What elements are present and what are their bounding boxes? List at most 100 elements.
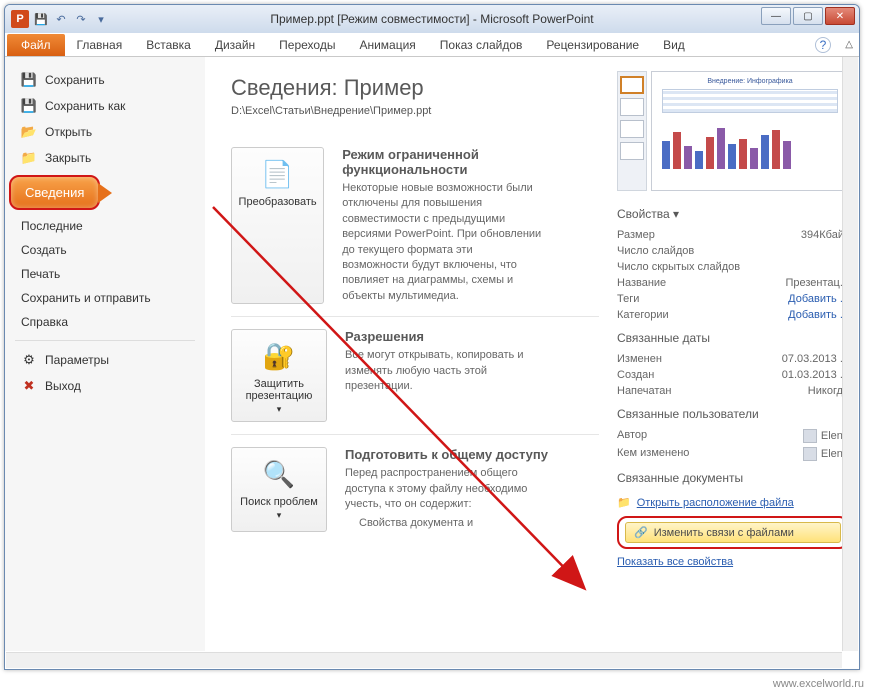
slide-thumb[interactable] xyxy=(620,76,644,94)
sidebar-help[interactable]: Справка xyxy=(5,310,205,334)
slide-thumb[interactable] xyxy=(620,142,644,160)
ribbon-minimize-icon[interactable]: △ xyxy=(845,39,853,50)
button-label: Защитить презентацию xyxy=(236,378,322,402)
properties-heading[interactable]: Свойства ▾ xyxy=(617,207,849,221)
sidebar-close[interactable]: 📁 Закрыть xyxy=(5,145,205,171)
button-label: Преобразовать xyxy=(236,196,319,208)
highlight-box: 🔗Изменить связи с файлами xyxy=(617,516,849,549)
info-path: D:\Excel\Статьи\Внедрение\Пример.ppt xyxy=(231,105,599,117)
prop-categories[interactable]: КатегорииДобавить ... xyxy=(617,307,849,323)
chevron-down-icon: ▾ xyxy=(236,404,322,415)
powerpoint-icon: P xyxy=(11,10,29,28)
related-docs: 📁Открыть расположение файла 🔗Изменить св… xyxy=(617,493,849,571)
save-icon: 💾 xyxy=(21,72,37,88)
sidebar-label: Сохранить и отправить xyxy=(21,291,151,305)
maximize-button[interactable]: ▢ xyxy=(793,7,823,25)
prop-hidden: Число скрытых слайдов0 xyxy=(617,259,849,275)
ribbon-tabs: Файл Главная Вставка Дизайн Переходы Ани… xyxy=(5,33,859,57)
tab-insert[interactable]: Вставка xyxy=(134,34,203,56)
undo-icon[interactable]: ↶ xyxy=(53,11,69,27)
tab-design[interactable]: Дизайн xyxy=(203,34,267,56)
vertical-scrollbar[interactable] xyxy=(842,57,858,651)
sidebar-save[interactable]: 💾Сохранить xyxy=(5,67,205,93)
tab-transitions[interactable]: Переходы xyxy=(267,34,347,56)
dates-heading: Связанные даты xyxy=(617,331,849,345)
info-main: Сведения: Пример D:\Excel\Статьи\Внедрен… xyxy=(205,57,609,651)
folder-icon: 📁 xyxy=(617,496,631,509)
prop-tags[interactable]: ТегиДобавить ... xyxy=(617,291,849,307)
qat-dropdown-icon[interactable]: ▾ xyxy=(93,11,109,27)
close-file-icon: 📁 xyxy=(21,150,37,166)
prop-printed: НапечатанНикогда xyxy=(617,383,849,399)
sidebar-new[interactable]: Создать xyxy=(5,238,205,262)
sidebar-label: Закрыть xyxy=(45,151,91,165)
link-icon: 🔗 xyxy=(634,526,648,539)
tab-view[interactable]: Вид xyxy=(651,34,697,56)
sidebar-label: Последние xyxy=(21,219,83,233)
sidebar-label: Выход xyxy=(45,379,81,393)
sidebar-info[interactable]: Сведения xyxy=(5,171,205,214)
properties-pane: Внедрение: Инфографика Свойства ▾ Размер… xyxy=(609,57,859,651)
prop-title[interactable]: НазваниеПрезентац... xyxy=(617,275,849,291)
sidebar-label: Параметры xyxy=(45,353,109,367)
show-all-properties-link[interactable]: Показать все свойства xyxy=(617,553,849,571)
backstage-sidebar: 💾Сохранить 💾 Сохранить как 📂Открыть 📁 Закр… xyxy=(5,57,205,651)
sidebar-open[interactable]: 📂Открыть xyxy=(5,119,205,145)
file-tab[interactable]: Файл xyxy=(7,34,65,56)
app-window: P 💾 ↶ ↷ ▾ Пример.ppt [Режим совместимост… xyxy=(4,4,860,670)
permissions-section: 🔐 Защитить презентацию ▾ Разрешения Все … xyxy=(231,317,599,435)
tab-slideshow[interactable]: Показ слайдов xyxy=(428,34,535,56)
exit-icon: ✖ xyxy=(21,378,37,394)
separator xyxy=(15,340,195,341)
info-title: Сведения: Пример xyxy=(231,75,599,101)
window-controls: — ▢ ✕ xyxy=(761,7,855,25)
info-content: Сведения: Пример D:\Excel\Статьи\Внедрен… xyxy=(205,57,859,651)
convert-button[interactable]: 📄 Преобразовать xyxy=(231,147,324,304)
sidebar-exit[interactable]: ✖ Выход xyxy=(5,373,205,399)
bullet: Свойства документа и xyxy=(345,516,545,531)
thumbnail-strip xyxy=(617,71,647,191)
table-preview xyxy=(662,89,838,113)
convert-icon: 📄 xyxy=(260,156,296,192)
help-icon[interactable]: ? xyxy=(815,37,831,53)
avatar-icon xyxy=(803,429,817,443)
minimize-button[interactable]: — xyxy=(761,7,791,25)
info-text: Подготовить к общему доступу Перед распр… xyxy=(345,447,548,532)
prop-modified: Изменен07.03.2013 ... xyxy=(617,351,849,367)
slide-thumb[interactable] xyxy=(620,98,644,116)
sidebar-share[interactable]: Сохранить и отправить xyxy=(5,286,205,310)
docs-heading: Связанные документы xyxy=(617,471,849,485)
horizontal-scrollbar[interactable] xyxy=(6,652,842,668)
sidebar-label: Сохранить как xyxy=(45,99,125,113)
tab-animation[interactable]: Анимация xyxy=(347,34,427,56)
sidebar-label: Создать xyxy=(21,243,67,257)
sidebar-print[interactable]: Печать xyxy=(5,262,205,286)
info-text: Разрешения Все могут открывать, копирова… xyxy=(345,329,545,422)
open-file-location-link[interactable]: 📁Открыть расположение файла xyxy=(617,493,849,512)
protect-button[interactable]: 🔐 Защитить презентацию ▾ xyxy=(231,329,327,422)
current-slide-preview[interactable]: Внедрение: Инфографика xyxy=(651,71,849,191)
sidebar-options[interactable]: ⚙Параметры xyxy=(5,347,205,373)
sidebar-label: Сведения xyxy=(25,185,84,200)
titlebar: P 💾 ↶ ↷ ▾ Пример.ppt [Режим совместимост… xyxy=(5,5,859,33)
sidebar-label: Открыть xyxy=(45,125,92,139)
chevron-down-icon: ▾ xyxy=(236,510,322,521)
save-icon[interactable]: 💾 xyxy=(33,11,49,27)
slide-thumb[interactable] xyxy=(620,120,644,138)
tab-review[interactable]: Рецензирование xyxy=(534,34,651,56)
prop-author[interactable]: АвторElena xyxy=(617,427,849,445)
watermark: www.excelworld.ru xyxy=(773,678,864,690)
close-button[interactable]: ✕ xyxy=(825,7,855,25)
edit-links-button[interactable]: 🔗Изменить связи с файлами xyxy=(625,522,841,543)
redo-icon[interactable]: ↷ xyxy=(73,11,89,27)
check-issues-button[interactable]: 🔍 Поиск проблем ▾ xyxy=(231,447,327,532)
avatar-icon xyxy=(803,447,817,461)
save-as-icon: 💾 xyxy=(21,98,37,114)
window-title: Пример.ppt [Режим совместимости] - Micro… xyxy=(5,12,859,26)
sidebar-recent[interactable]: Последние xyxy=(5,214,205,238)
sidebar-label: Справка xyxy=(21,315,68,329)
sidebar-save-as[interactable]: 💾 Сохранить как xyxy=(5,93,205,119)
sidebar-label: Печать xyxy=(21,267,60,281)
chart-preview xyxy=(662,123,838,169)
tab-home[interactable]: Главная xyxy=(65,34,135,56)
